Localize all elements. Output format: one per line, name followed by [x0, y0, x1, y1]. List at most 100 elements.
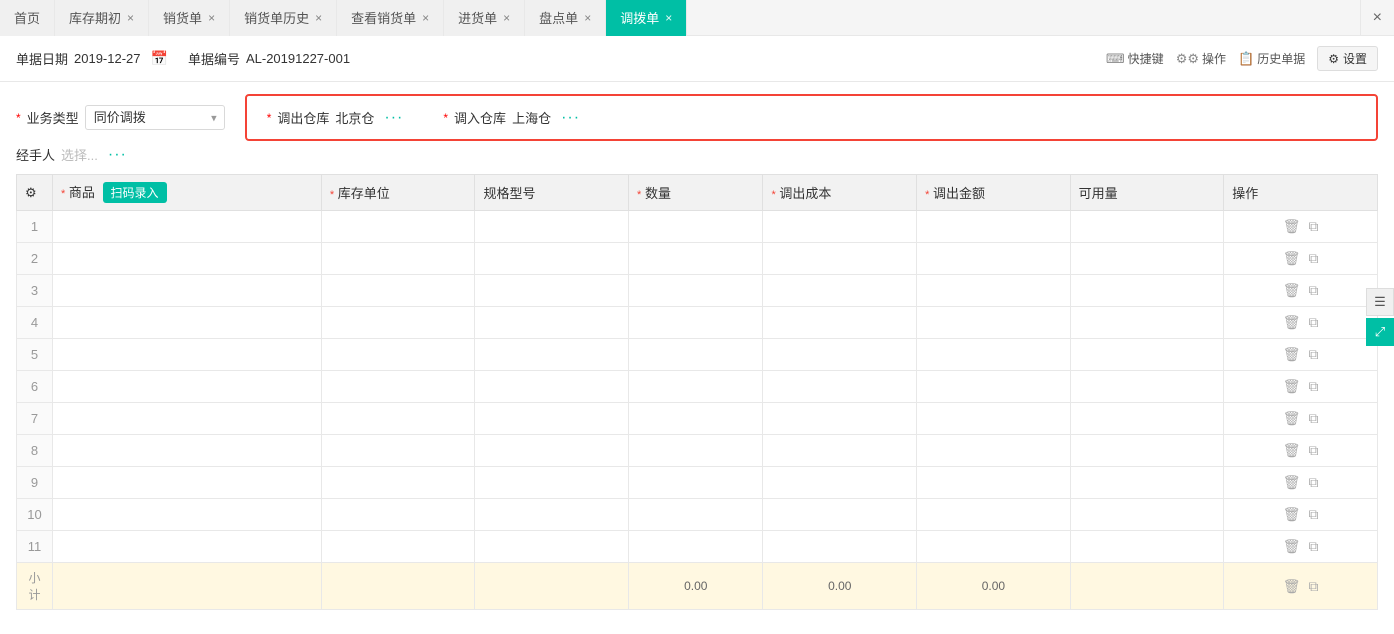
close-sales-order[interactable]: ×	[208, 11, 215, 25]
calendar-icon[interactable]: 📅	[151, 50, 168, 67]
product-cell[interactable]	[53, 371, 322, 403]
available-cell[interactable]	[1070, 371, 1224, 403]
qty-cell[interactable]	[629, 339, 763, 371]
close-view-sales[interactable]: ×	[422, 11, 429, 25]
copy-icon[interactable]: ⧉	[1309, 250, 1319, 267]
product-cell[interactable]	[53, 243, 322, 275]
warehouse-in-more[interactable]: ···	[561, 109, 580, 127]
amount-cell[interactable]	[917, 467, 1071, 499]
product-cell[interactable]	[53, 531, 322, 563]
delete-icon[interactable]: 🗑	[1283, 314, 1301, 331]
spec-cell[interactable]	[475, 243, 629, 275]
close-stocktake[interactable]: ×	[584, 11, 591, 25]
subtotal-delete-icon[interactable]: 🗑	[1283, 578, 1301, 595]
warehouse-out-more[interactable]: ···	[384, 109, 403, 127]
unit-cell[interactable]	[321, 211, 475, 243]
cost-cell[interactable]	[763, 403, 917, 435]
subtotal-copy-icon[interactable]: ⧉	[1309, 578, 1319, 595]
close-sales-history[interactable]: ×	[315, 11, 322, 25]
delete-icon[interactable]: 🗑	[1283, 506, 1301, 523]
tab-view-sales[interactable]: 查看销货单 ×	[337, 0, 444, 36]
cost-cell[interactable]	[763, 435, 917, 467]
available-cell[interactable]	[1070, 403, 1224, 435]
spec-cell[interactable]	[475, 211, 629, 243]
amount-cell[interactable]	[917, 307, 1071, 339]
spec-cell[interactable]	[475, 499, 629, 531]
copy-icon[interactable]: ⧉	[1309, 282, 1319, 299]
available-cell[interactable]	[1070, 243, 1224, 275]
qty-cell[interactable]	[629, 243, 763, 275]
delete-icon[interactable]: 🗑	[1283, 282, 1301, 299]
cost-cell[interactable]	[763, 531, 917, 563]
delete-icon[interactable]: 🗑	[1283, 250, 1301, 267]
float-expand-icon[interactable]: ⤢	[1366, 318, 1394, 346]
copy-icon[interactable]: ⧉	[1309, 474, 1319, 491]
product-cell[interactable]	[53, 307, 322, 339]
qty-cell[interactable]	[629, 499, 763, 531]
spec-cell[interactable]	[475, 307, 629, 339]
close-inventory-init[interactable]: ×	[127, 11, 134, 25]
handler-input[interactable]: 选择...	[61, 145, 98, 164]
delete-icon[interactable]: 🗑	[1283, 346, 1301, 363]
amount-cell[interactable]	[917, 403, 1071, 435]
unit-cell[interactable]	[321, 339, 475, 371]
copy-icon[interactable]: ⧉	[1309, 314, 1319, 331]
spec-cell[interactable]	[475, 435, 629, 467]
settings-button[interactable]: ⚙ 设置	[1317, 46, 1378, 71]
float-list-icon[interactable]: ☰	[1366, 288, 1394, 316]
amount-cell[interactable]	[917, 435, 1071, 467]
unit-cell[interactable]	[321, 275, 475, 307]
qty-cell[interactable]	[629, 307, 763, 339]
available-cell[interactable]	[1070, 499, 1224, 531]
cost-cell[interactable]	[763, 371, 917, 403]
delete-icon[interactable]: 🗑	[1283, 474, 1301, 491]
unit-cell[interactable]	[321, 499, 475, 531]
available-cell[interactable]	[1070, 435, 1224, 467]
copy-icon[interactable]: ⧉	[1309, 218, 1319, 235]
qty-cell[interactable]	[629, 403, 763, 435]
spec-cell[interactable]	[475, 531, 629, 563]
copy-icon[interactable]: ⧉	[1309, 506, 1319, 523]
handler-more[interactable]: ···	[108, 146, 127, 164]
unit-cell[interactable]	[321, 371, 475, 403]
available-cell[interactable]	[1070, 531, 1224, 563]
amount-cell[interactable]	[917, 275, 1071, 307]
delete-icon[interactable]: 🗑	[1283, 378, 1301, 395]
cost-cell[interactable]	[763, 211, 917, 243]
delete-icon[interactable]: 🗑	[1283, 218, 1301, 235]
cost-cell[interactable]	[763, 339, 917, 371]
unit-cell[interactable]	[321, 307, 475, 339]
amount-cell[interactable]	[917, 499, 1071, 531]
copy-icon[interactable]: ⧉	[1309, 346, 1319, 363]
cost-cell[interactable]	[763, 275, 917, 307]
copy-icon[interactable]: ⧉	[1309, 538, 1319, 555]
qty-cell[interactable]	[629, 211, 763, 243]
unit-cell[interactable]	[321, 403, 475, 435]
close-purchase-order[interactable]: ×	[503, 11, 510, 25]
scan-entry-button[interactable]: 扫码录入	[103, 182, 167, 203]
delete-icon[interactable]: 🗑	[1283, 410, 1301, 427]
available-cell[interactable]	[1070, 307, 1224, 339]
product-cell[interactable]	[53, 435, 322, 467]
business-type-select-wrapper[interactable]: 同价调拨	[85, 105, 225, 130]
product-cell[interactable]	[53, 339, 322, 371]
delete-icon[interactable]: 🗑	[1283, 538, 1301, 555]
shortcut-btn[interactable]: ⌨ 快捷键	[1106, 50, 1164, 67]
amount-cell[interactable]	[917, 243, 1071, 275]
product-cell[interactable]	[53, 499, 322, 531]
qty-cell[interactable]	[629, 531, 763, 563]
product-cell[interactable]	[53, 211, 322, 243]
amount-cell[interactable]	[917, 531, 1071, 563]
amount-cell[interactable]	[917, 371, 1071, 403]
available-cell[interactable]	[1070, 275, 1224, 307]
spec-cell[interactable]	[475, 371, 629, 403]
tab-transfer[interactable]: 调拨单 ×	[606, 0, 687, 36]
spec-cell[interactable]	[475, 403, 629, 435]
copy-icon[interactable]: ⧉	[1309, 378, 1319, 395]
unit-cell[interactable]	[321, 243, 475, 275]
amount-cell[interactable]	[917, 211, 1071, 243]
close-window-button[interactable]: ×	[1360, 0, 1394, 36]
tab-sales-order[interactable]: 销货单 ×	[149, 0, 230, 36]
tab-home[interactable]: 首页	[0, 0, 55, 36]
qty-cell[interactable]	[629, 275, 763, 307]
